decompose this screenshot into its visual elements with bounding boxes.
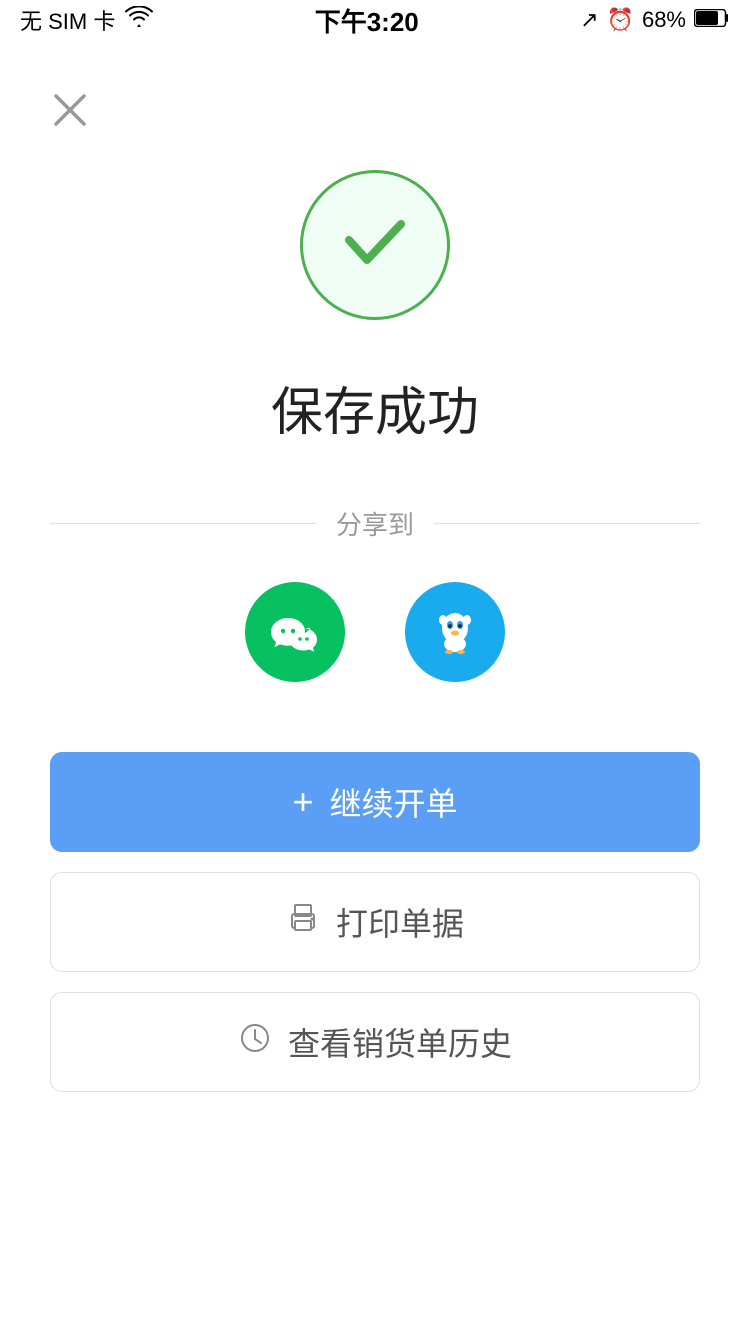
- share-wechat-button[interactable]: [245, 582, 345, 682]
- close-icon: [52, 92, 88, 128]
- battery-icon: [694, 7, 730, 33]
- no-sim-text: 无 SIM 卡: [20, 4, 115, 36]
- battery-percent: 68%: [642, 7, 686, 33]
- print-label: 打印单据: [336, 899, 464, 945]
- history-label: 查看销货单历史: [288, 1019, 512, 1065]
- close-button[interactable]: [30, 70, 110, 150]
- continue-button[interactable]: + 继续开单: [50, 752, 700, 852]
- continue-label: 继续开单: [330, 779, 458, 825]
- alarm-icon: ⏰: [607, 7, 634, 33]
- share-icons: [50, 582, 700, 682]
- printer-icon: [286, 901, 320, 943]
- divider-left: [50, 523, 316, 524]
- checkmark-icon: [335, 200, 415, 291]
- action-buttons: + 继续开单 打印单据 查看销货单历史: [50, 752, 700, 1092]
- history-icon: [238, 1021, 272, 1063]
- main-content: 保存成功 分享到: [0, 150, 750, 1334]
- plus-icon: +: [292, 781, 313, 823]
- wechat-icon: [267, 604, 323, 660]
- share-section: 分享到: [50, 505, 700, 682]
- success-circle: [300, 170, 450, 320]
- location-icon: ↗: [580, 7, 598, 33]
- wifi-icon: [125, 6, 153, 34]
- status-bar: 无 SIM 卡 下午3:20 ↗ ⏰ 68%: [0, 0, 750, 40]
- qq-icon: [429, 606, 481, 658]
- status-time: 下午3:20: [315, 2, 419, 39]
- share-qq-button[interactable]: [405, 582, 505, 682]
- print-button[interactable]: 打印单据: [50, 872, 700, 972]
- success-title: 保存成功: [271, 370, 479, 445]
- share-label: 分享到: [336, 505, 414, 542]
- history-button[interactable]: 查看销货单历史: [50, 992, 700, 1092]
- share-divider: 分享到: [50, 505, 700, 542]
- divider-right: [434, 523, 700, 524]
- status-right: ↗ ⏰ 68%: [580, 7, 730, 33]
- status-left: 无 SIM 卡: [20, 4, 153, 36]
